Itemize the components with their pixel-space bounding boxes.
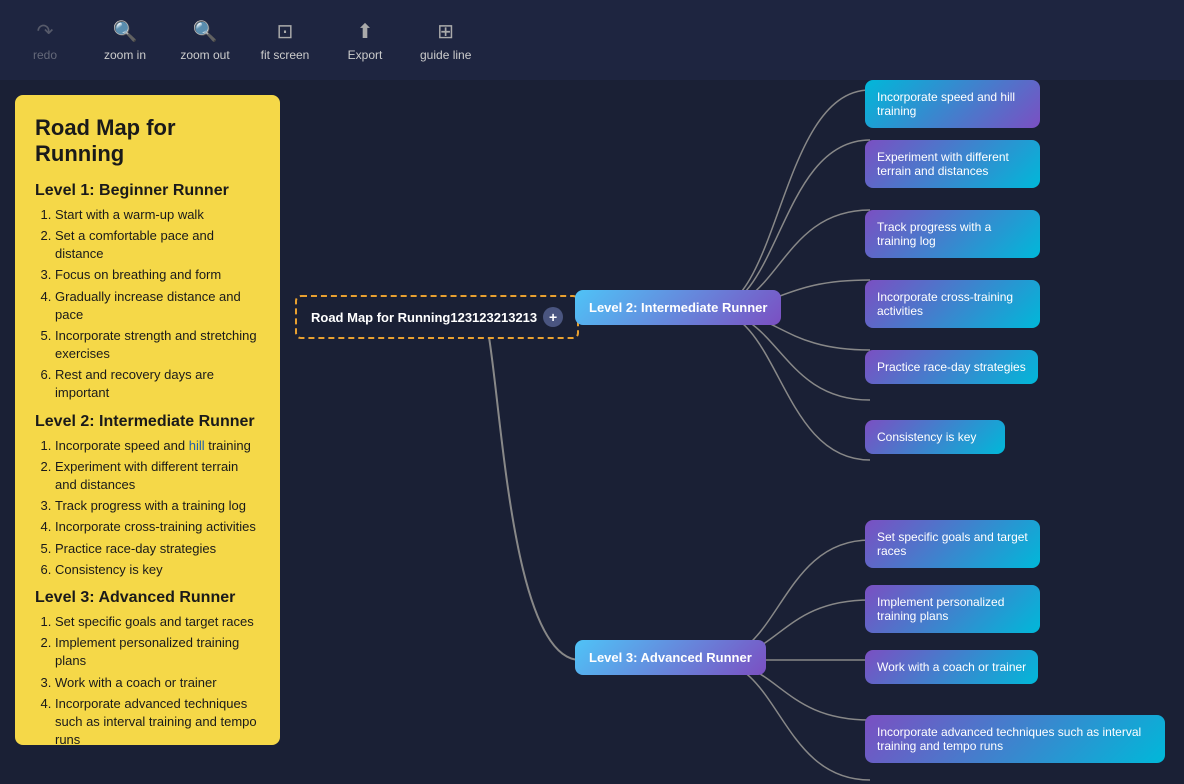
detail-label: Work with a coach or trainer bbox=[877, 660, 1026, 674]
list-item: Focus on breathing and form bbox=[55, 266, 260, 284]
list-item: Rest and recovery days are important bbox=[55, 366, 260, 402]
redo-button[interactable]: ↷ redo bbox=[20, 19, 70, 62]
level1-list: Start with a warm-up walk Set a comforta… bbox=[35, 206, 260, 403]
level3-node[interactable]: Level 3: Advanced Runner bbox=[575, 640, 766, 675]
fit-screen-label: fit screen bbox=[261, 48, 310, 62]
guide-line-icon: ⊞ bbox=[437, 19, 454, 44]
detail-node-l2-3: Track progress with a training log bbox=[865, 210, 1040, 258]
redo-icon: ↷ bbox=[37, 19, 54, 44]
detail-node-l2-4: Incorporate cross-training activities bbox=[865, 280, 1040, 328]
detail-label: Incorporate advanced techniques such as … bbox=[877, 725, 1141, 753]
guide-line-label: guide line bbox=[420, 48, 471, 62]
add-child-button[interactable]: + bbox=[543, 307, 563, 327]
level2-node-label: Level 2: Intermediate Runner bbox=[589, 300, 767, 315]
detail-label: Experiment with different terrain and di… bbox=[877, 150, 1009, 178]
sidebar-title: Road Map for Running bbox=[35, 115, 260, 168]
fit-screen-button[interactable]: ⊡ fit screen bbox=[260, 19, 310, 62]
root-node[interactable]: Road Map for Running123123213213 + bbox=[295, 295, 579, 339]
list-item: Start with a warm-up walk bbox=[55, 206, 260, 224]
list-item: Gradually increase distance and pace bbox=[55, 288, 260, 324]
level2-node[interactable]: Level 2: Intermediate Runner bbox=[575, 290, 781, 325]
list-item: Incorporate cross-training activities bbox=[55, 518, 260, 536]
detail-label: Implement personalized training plans bbox=[877, 595, 1004, 623]
detail-node-l3-3: Work with a coach or trainer bbox=[865, 650, 1038, 684]
detail-label: Track progress with a training log bbox=[877, 220, 991, 248]
zoom-in-icon: 🔍 bbox=[113, 19, 138, 44]
export-button[interactable]: ⬆ Export bbox=[340, 19, 390, 62]
list-item: Implement personalized training plans bbox=[55, 634, 260, 670]
detail-node-l2-5: Practice race-day strategies bbox=[865, 350, 1038, 384]
detail-node-l3-1: Set specific goals and target races bbox=[865, 520, 1040, 568]
detail-node-l2-2: Experiment with different terrain and di… bbox=[865, 140, 1040, 188]
list-item: Practice race-day strategies bbox=[55, 540, 260, 558]
list-item: Incorporate speed and hill training bbox=[55, 437, 260, 455]
detail-node-l3-4: Incorporate advanced techniques such as … bbox=[865, 715, 1165, 763]
list-item: Set a comfortable pace and distance bbox=[55, 227, 260, 263]
detail-label: Incorporate cross-training activities bbox=[877, 290, 1013, 318]
list-item: Track progress with a training log bbox=[55, 497, 260, 515]
zoom-out-icon: 🔍 bbox=[193, 19, 218, 44]
detail-label: Set specific goals and target races bbox=[877, 530, 1028, 558]
root-node-label: Road Map for Running123123213213 bbox=[311, 310, 537, 325]
sidebar-panel: Road Map for Running Level 1: Beginner R… bbox=[15, 95, 280, 745]
zoom-out-button[interactable]: 🔍 zoom out bbox=[180, 19, 230, 62]
list-item: Set specific goals and target races bbox=[55, 613, 260, 631]
zoom-in-label: zoom in bbox=[104, 48, 146, 62]
list-item: Consistency is key bbox=[55, 561, 260, 579]
level3-list: Set specific goals and target races Impl… bbox=[35, 613, 260, 745]
list-item: Incorporate strength and stretching exer… bbox=[55, 327, 260, 363]
detail-label: Incorporate speed and hill training bbox=[877, 90, 1015, 118]
toolbar: ↷ redo 🔍 zoom in 🔍 zoom out ⊡ fit screen… bbox=[0, 0, 1184, 80]
fit-screen-icon: ⊡ bbox=[277, 19, 294, 44]
redo-label: redo bbox=[33, 48, 57, 62]
detail-label: Practice race-day strategies bbox=[877, 360, 1026, 374]
detail-node-l2-1: Incorporate speed and hill training bbox=[865, 80, 1040, 128]
level2-heading: Level 2: Intermediate Runner bbox=[35, 413, 260, 431]
list-item: Work with a coach or trainer bbox=[55, 674, 260, 692]
export-label: Export bbox=[348, 48, 383, 62]
detail-label: Consistency is key bbox=[877, 430, 976, 444]
list-item: Incorporate advanced techniques such as … bbox=[55, 695, 260, 745]
zoom-out-label: zoom out bbox=[180, 48, 229, 62]
level1-heading: Level 1: Beginner Runner bbox=[35, 182, 260, 200]
level3-node-label: Level 3: Advanced Runner bbox=[589, 650, 752, 665]
detail-node-l3-2: Implement personalized training plans bbox=[865, 585, 1040, 633]
list-item: Experiment with different terrain and di… bbox=[55, 458, 260, 494]
level2-list: Incorporate speed and hill training Expe… bbox=[35, 437, 260, 579]
detail-node-l2-6: Consistency is key bbox=[865, 420, 1005, 454]
export-icon: ⬆ bbox=[357, 19, 374, 44]
zoom-in-button[interactable]: 🔍 zoom in bbox=[100, 19, 150, 62]
level3-heading: Level 3: Advanced Runner bbox=[35, 589, 260, 607]
guide-line-button[interactable]: ⊞ guide line bbox=[420, 19, 471, 62]
